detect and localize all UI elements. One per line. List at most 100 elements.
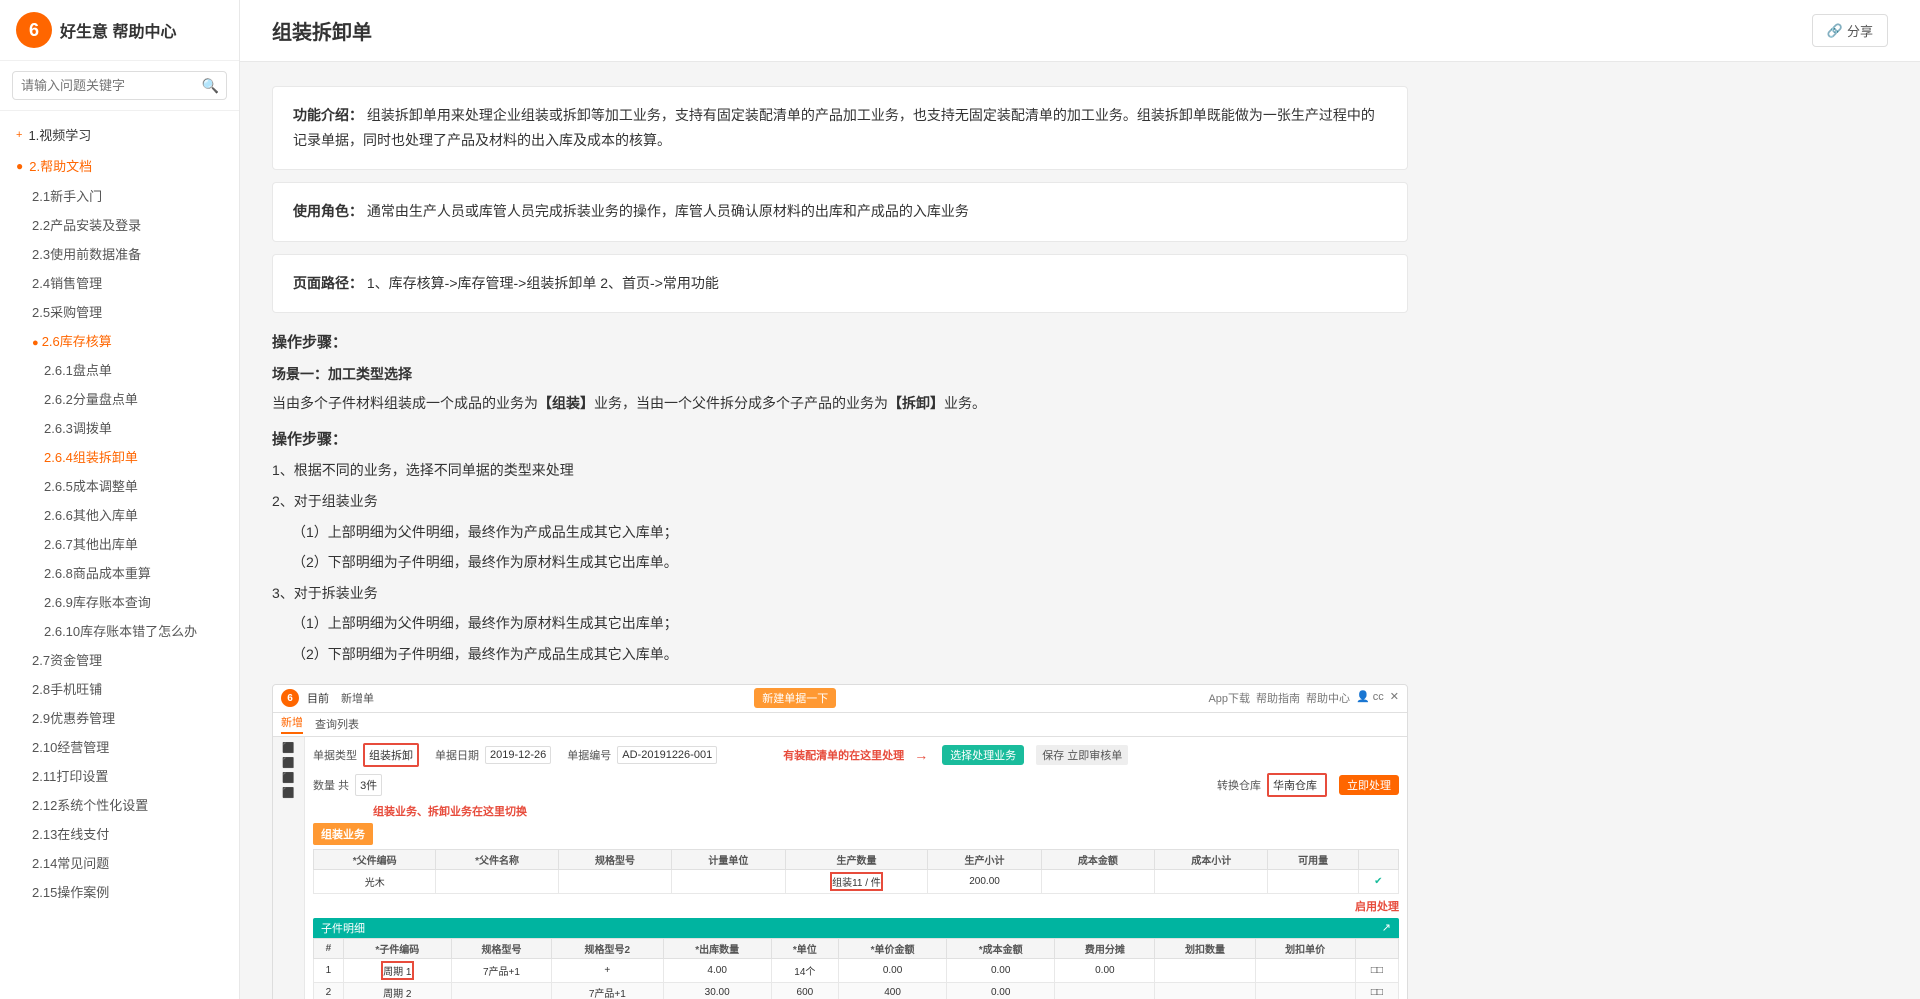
- path-block: 页面路径： 1、库存核算->库存管理->组装拆卸单 2、首页->常用功能: [272, 254, 1408, 313]
- sidebar-item-269[interactable]: 2.6.9库存账本查询: [0, 587, 239, 616]
- app-icon: App下载: [1208, 690, 1250, 706]
- sidebar-item-coupon[interactable]: 2.9优惠券管理: [0, 703, 239, 732]
- lth-4: *出库数量: [663, 938, 771, 958]
- main-header: 组装拆卸单 🔗 分享: [240, 0, 1920, 62]
- ltd-row2-9: [1155, 982, 1255, 999]
- ltd-row2-1: 周期 2: [343, 982, 451, 999]
- sidebar: 6 好生意 帮助中心 🔍 + 1.视频学习 ● 2.帮助文档 2.1新手入门 2…: [0, 0, 240, 999]
- share-label: 分享: [1847, 21, 1873, 40]
- nav-tab-list[interactable]: 查询列表: [315, 716, 359, 732]
- type-input[interactable]: 组装拆卸: [363, 743, 419, 767]
- sidebar-item-print[interactable]: 2.11打印设置: [0, 761, 239, 790]
- sidebar-item-262[interactable]: 2.6.2分量盘点单: [0, 384, 239, 413]
- ltd-row2-10: [1255, 982, 1355, 999]
- date-label: 单据日期: [435, 747, 479, 763]
- ltd-row2-0: 2: [314, 982, 344, 999]
- table-row: 光木 组装11 / 件 200.00 ✔: [314, 869, 1399, 893]
- sidebar-item-beginner[interactable]: 2.1新手入门: [0, 181, 239, 210]
- ltd-row1-7: 0.00: [947, 958, 1055, 982]
- ops-heading: 操作步骤：: [272, 331, 1408, 352]
- ltd-row2-2: [451, 982, 551, 999]
- content-area: 功能介绍： 组装拆卸单用来处理企业组装或拆卸等加工业务，支持有固定装配清单的产品…: [240, 62, 1440, 999]
- sidebar-icon-3: ⬛: [282, 773, 294, 784]
- nav-tab-new[interactable]: 新增: [281, 714, 303, 734]
- search-input[interactable]: [12, 71, 227, 100]
- th-5: 生产数量: [785, 849, 928, 869]
- sidebar-item-266[interactable]: 2.6.6其他入库单: [0, 500, 239, 529]
- sidebar-item-payment[interactable]: 2.13在线支付: [0, 819, 239, 848]
- td-act: ✔: [1358, 869, 1398, 893]
- lth-9: 划扣数量: [1155, 938, 1255, 958]
- sidebar-item-263[interactable]: 2.6.3调拨单: [0, 413, 239, 442]
- lower-table: # *子件编码 规格型号 规格型号2 *出库数量 *单位 *单价金额 *成本金额…: [313, 938, 1399, 999]
- nav-item-1: 新增单: [341, 690, 374, 706]
- scene1-heading: 场景一：加工类型选择: [272, 364, 1408, 384]
- warehouse-label: 转换仓库: [1217, 777, 1261, 793]
- td-7: [1041, 869, 1154, 893]
- path-label: 页面路径：: [293, 275, 363, 291]
- user-icon: 👤 cc: [1356, 690, 1384, 706]
- search-icon: 🔍: [202, 77, 219, 94]
- sidebar-item-267[interactable]: 2.6.7其他出库单: [0, 529, 239, 558]
- table-row: 2 周期 2 7产品+1 30.00 600 400 0.00: [314, 982, 1399, 999]
- sidebar-item-261[interactable]: 2.6.1盘点单: [0, 355, 239, 384]
- sidebar-item-cases[interactable]: 2.15操作案例: [0, 877, 239, 906]
- qty-val: 3件: [355, 774, 382, 796]
- sidebar-item-finance[interactable]: 2.7资金管理: [0, 645, 239, 674]
- process-btn[interactable]: 选择处理业务: [942, 745, 1024, 765]
- sidebar-item-install[interactable]: 2.2产品安装及登录: [0, 210, 239, 239]
- lth-11: [1355, 938, 1398, 958]
- sidebar-icon-2: ⬛: [282, 758, 294, 769]
- td-1: 光木: [314, 869, 436, 893]
- step3: 3、对于拆装业务: [272, 580, 1408, 607]
- ltd-row1-0: 1: [314, 958, 344, 982]
- date-input[interactable]: 2019-12-26: [485, 746, 551, 764]
- th-7: 成本金额: [1041, 849, 1154, 869]
- sidebar-icon-1: ⬛: [282, 743, 294, 754]
- sidebar-item-sales[interactable]: 2.4销售管理: [0, 268, 239, 297]
- ltd-row2-7: 0.00: [947, 982, 1055, 999]
- share-button[interactable]: 🔗 分享: [1812, 14, 1888, 47]
- extra-btn[interactable]: 保存 立即审核单: [1036, 745, 1128, 765]
- close-icon[interactable]: ✕: [1390, 690, 1399, 706]
- lth-10: 划扣单价: [1255, 938, 1355, 958]
- th-4: 计量单位: [672, 849, 785, 869]
- expand-icon: +: [16, 129, 22, 141]
- sidebar-item-2610[interactable]: 2.6.10库存账本错了怎么办: [0, 616, 239, 645]
- warehouse-input[interactable]: 华南仓库: [1267, 773, 1327, 797]
- intro-block: 功能介绍： 组装拆卸单用来处理企业组装或拆卸等加工业务，支持有固定装配清单的产品…: [272, 86, 1408, 170]
- sidebar-item-purchase[interactable]: 2.5采购管理: [0, 297, 239, 326]
- sidebar-item-operations[interactable]: 2.10经营管理: [0, 732, 239, 761]
- sidebar-item-personalize[interactable]: 2.12系统个性化设置: [0, 790, 239, 819]
- expand-icon-lower[interactable]: ↗: [1382, 921, 1391, 934]
- ltd-row1-8: 0.00: [1055, 958, 1155, 982]
- center-icon: 帮助中心: [1306, 690, 1350, 706]
- type-label: 单据类型: [313, 747, 357, 763]
- confirm-btn[interactable]: 立即处理: [1339, 775, 1399, 795]
- sidebar-item-label: 2.帮助文档: [29, 156, 92, 175]
- sidebar-item-264[interactable]: 2.6.4组装拆卸单: [0, 442, 239, 471]
- ltd-row2-8: [1055, 982, 1155, 999]
- sidebar-item-268[interactable]: 2.6.8商品成本重算: [0, 558, 239, 587]
- path-text: 1、库存核算->库存管理->组装拆卸单 2、首页->常用功能: [367, 275, 719, 291]
- sidebar-item-data-prep[interactable]: 2.3使用前数据准备: [0, 239, 239, 268]
- num-label: 单据编号: [567, 747, 611, 763]
- sidebar-item-mobile[interactable]: 2.8手机旺铺: [0, 674, 239, 703]
- ltd-row2-act: □□: [1355, 982, 1398, 999]
- sidebar-item-inventory[interactable]: ● 2.6库存核算: [0, 326, 239, 355]
- num-input[interactable]: AD-20191226-001: [617, 746, 717, 764]
- new-doc-btn[interactable]: 新建单据一下: [754, 688, 836, 708]
- sidebar-item-faq[interactable]: 2.14常见问题: [0, 848, 239, 877]
- annotation-2: 组装业务、拆卸业务在这里切换: [373, 806, 527, 818]
- th-9: 可用量: [1268, 849, 1358, 869]
- help-icon: 帮助指南: [1256, 690, 1300, 706]
- ops-section: 操作步骤： 场景一：加工类型选择 当由多个子件材料组装成一个成品的业务为【组装】…: [272, 331, 1408, 668]
- step3-1: （1）上部明细为父件明细，最终作为原材料生成其它出库单；: [272, 610, 1408, 637]
- sidebar-item-265[interactable]: 2.6.5成本调整单: [0, 471, 239, 500]
- qty-label: 数量 共: [313, 777, 349, 793]
- lth-6: *单价金额: [839, 938, 947, 958]
- sidebar-item-helpdoc[interactable]: ● 2.帮助文档: [0, 150, 239, 181]
- lth-2: 规格型号: [451, 938, 551, 958]
- sidebar-item-video[interactable]: + 1.视频学习: [0, 119, 239, 150]
- step2-1: （1）上部明细为父件明细，最终作为产成品生成其它入库单；: [272, 519, 1408, 546]
